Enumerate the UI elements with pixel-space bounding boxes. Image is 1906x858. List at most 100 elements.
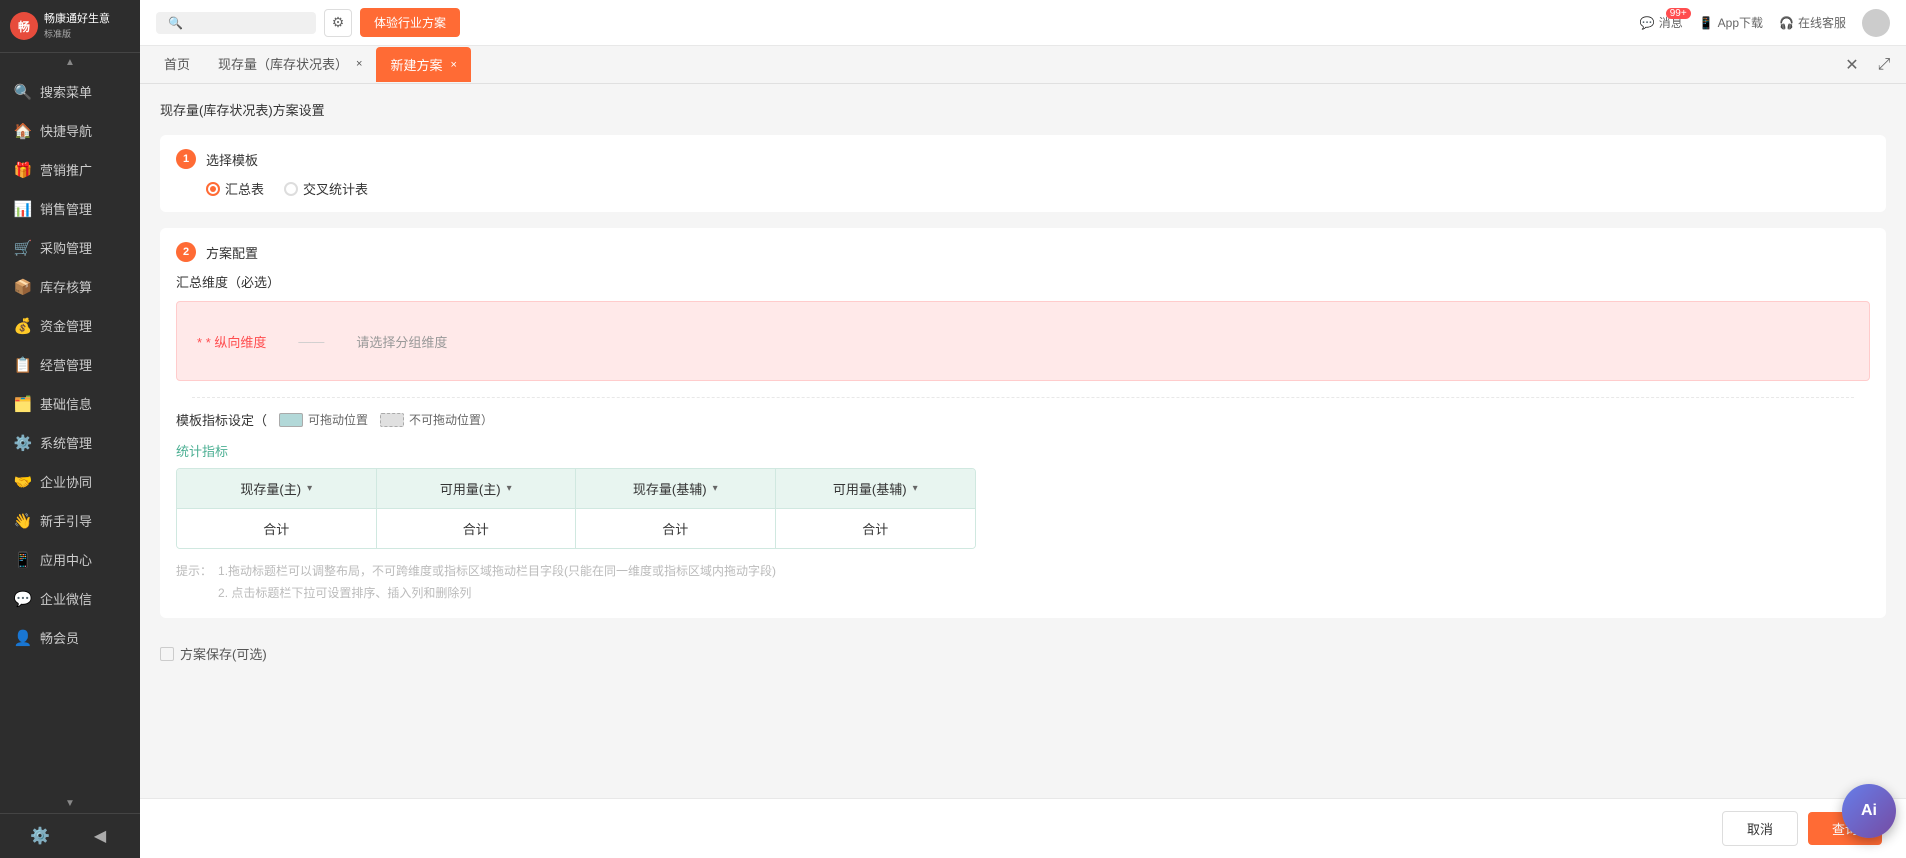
- legend-non-draggable-label: 不可拖动位置）: [409, 411, 493, 428]
- sidebar-item-marketing[interactable]: 🎁 营销推广: [0, 150, 140, 189]
- sidebar-item-purchase[interactable]: 🛒 采购管理: [0, 228, 140, 267]
- save-option[interactable]: 方案保存(可选): [160, 634, 1886, 673]
- tab-inventory-status[interactable]: 现存量（库存状况表） ×: [204, 46, 376, 83]
- industry-plan-button[interactable]: 体验行业方案: [360, 8, 460, 37]
- money-icon: 💰: [14, 317, 32, 335]
- topbar-gear-button[interactable]: ⚙: [324, 9, 352, 37]
- ai-bubble[interactable]: Ai: [1842, 784, 1896, 838]
- tab-new-plan-close-icon[interactable]: ×: [450, 59, 456, 71]
- option-cross[interactable]: 交叉统计表: [284, 179, 368, 198]
- messages-item[interactable]: 💬 消息 99+: [1640, 14, 1683, 31]
- chart-icon: 📊: [14, 200, 32, 218]
- divider: [192, 397, 1854, 398]
- sidebar-item-system[interactable]: ⚙️ 系统管理: [0, 423, 140, 462]
- tab-home[interactable]: 首页: [150, 46, 204, 83]
- chevron-3: ▾: [913, 483, 918, 494]
- col-header-1[interactable]: 可用量(主) ▾: [377, 469, 577, 508]
- col-label-1: 可用量(主): [440, 479, 501, 498]
- option-cross-label: 交叉统计表: [303, 179, 368, 198]
- panel-expand-button[interactable]: ⤢: [1872, 53, 1896, 77]
- stats-header: 现存量(主) ▾ 可用量(主) ▾ 现存量(基辅) ▾ 可用量(基辅): [177, 469, 975, 508]
- legend-draggable: 可拖动位置: [279, 411, 368, 428]
- page-title: 现存量(库存状况表)方案设置: [160, 100, 1886, 119]
- topbar-search[interactable]: 🔍: [156, 12, 316, 34]
- radio-cross[interactable]: [284, 182, 298, 196]
- online-service-label: 在线客服: [1798, 14, 1846, 31]
- collapse-sidebar-icon[interactable]: ◀: [88, 824, 112, 848]
- sidebar-scroll-up[interactable]: ▲: [0, 53, 140, 72]
- sidebar-item-label: 畅会员: [40, 628, 79, 647]
- sidebar-item-app-center[interactable]: 📱 应用中心: [0, 540, 140, 579]
- stats-label: 统计指标: [176, 441, 1870, 460]
- sidebar-item-sales[interactable]: 📊 销售管理: [0, 189, 140, 228]
- sidebar-item-search[interactable]: 🔍 搜索菜单: [0, 72, 140, 111]
- required-star: *: [197, 335, 202, 350]
- app-logo: 畅 畅康通好生意 标准版: [0, 0, 140, 53]
- tab-inventory-close-icon[interactable]: ×: [356, 58, 362, 70]
- legend-non-draggable: 不可拖动位置）: [380, 411, 493, 428]
- sidebar-item-label: 搜索菜单: [40, 82, 92, 101]
- folder-icon: 🗂️: [14, 395, 32, 413]
- sidebar-item-label: 系统管理: [40, 433, 92, 452]
- download-icon: 📱: [1699, 16, 1714, 30]
- sidebar-item-newbie[interactable]: 👋 新手引导: [0, 501, 140, 540]
- online-service-item[interactable]: 🎧 在线客服: [1779, 14, 1846, 31]
- sidebar-item-operations[interactable]: 📋 经营管理: [0, 345, 140, 384]
- tab-home-label: 首页: [164, 54, 190, 73]
- step2-badge: 2: [176, 242, 196, 262]
- action-bar: 取消 查询: [140, 798, 1906, 858]
- save-checkbox[interactable]: [160, 647, 174, 661]
- search-icon: 🔍: [14, 83, 32, 101]
- radio-summary[interactable]: [206, 182, 220, 196]
- main-area: 🔍 ⚙ 体验行业方案 💬 消息 99+ 📱 App下载 🎧 在线客服: [140, 0, 1906, 858]
- dimension-placeholder[interactable]: 请选择分组维度: [356, 332, 447, 351]
- step2-header: 2 方案配置: [160, 228, 1886, 272]
- sidebar-scroll-down[interactable]: ▼: [0, 794, 140, 813]
- sidebar: 畅 畅康通好生意 标准版 ▲ 🔍 搜索菜单 🏠 快捷导航 🎁 营销推广 📊 销售…: [0, 0, 140, 858]
- settings-footer-icon[interactable]: ⚙️: [28, 824, 52, 848]
- col-header-3[interactable]: 可用量(基辅) ▾: [776, 469, 976, 508]
- chevron-0: ▾: [307, 483, 312, 494]
- template-options: 汇总表 交叉统计表: [160, 179, 1886, 212]
- legend-draggable-label: 可拖动位置: [308, 411, 368, 428]
- stats-row-0: 合计 合计 合计 合计: [177, 508, 975, 548]
- message-icon: 💬: [1640, 16, 1655, 30]
- tips-section: 提示：1.拖动标题栏可以调整布局，不可跨维度或指标区域拖动栏目字段(只能在同一维…: [176, 561, 1870, 604]
- sidebar-item-label: 快捷导航: [40, 121, 92, 140]
- app-download-label: App下载: [1718, 14, 1763, 31]
- plan-config: 汇总维度（必选） * * 纵向维度 —— 请选择分组维度 模板指标设定（: [160, 272, 1886, 618]
- sidebar-item-quick-nav[interactable]: 🏠 快捷导航: [0, 111, 140, 150]
- headset-icon: 🎧: [1779, 16, 1794, 30]
- messages-badge: 99+: [1666, 8, 1691, 19]
- chevron-1: ▾: [507, 483, 512, 494]
- sidebar-item-inventory[interactable]: 📦 库存核算: [0, 267, 140, 306]
- step1-section: 1 选择模板 汇总表 交叉统计表: [160, 135, 1886, 212]
- cart-icon: 🛒: [14, 239, 32, 257]
- sidebar-item-finance[interactable]: 💰 资金管理: [0, 306, 140, 345]
- panel-close-button[interactable]: ✕: [1840, 53, 1864, 77]
- vertical-dimension-label: * * 纵向维度: [197, 332, 266, 351]
- dimension-title: 汇总维度（必选）: [176, 272, 1870, 291]
- tab-new-plan-label: 新建方案: [390, 55, 442, 74]
- app-version: 标准版: [44, 27, 110, 40]
- cancel-button[interactable]: 取消: [1722, 811, 1798, 846]
- sidebar-item-member[interactable]: 👤 畅会员: [0, 618, 140, 657]
- step1-label: 选择模板: [206, 150, 258, 169]
- col-label-3: 可用量(基辅): [833, 479, 907, 498]
- clipboard-icon: 📋: [14, 356, 32, 374]
- sidebar-item-cooperation[interactable]: 🤝 企业协同: [0, 462, 140, 501]
- topbar: 🔍 ⚙ 体验行业方案 💬 消息 99+ 📱 App下载 🎧 在线客服: [140, 0, 1906, 46]
- draggable-legend-box: [279, 413, 303, 427]
- gear-icon: ⚙️: [14, 434, 32, 452]
- option-summary-label: 汇总表: [225, 179, 264, 198]
- user-avatar[interactable]: [1862, 9, 1890, 37]
- app-download-item[interactable]: 📱 App下载: [1699, 14, 1763, 31]
- col-header-2[interactable]: 现存量(基辅) ▾: [576, 469, 776, 508]
- tab-new-plan[interactable]: 新建方案 ×: [376, 47, 470, 82]
- tab-inventory-label: 现存量（库存状况表）: [218, 54, 348, 73]
- col-header-0[interactable]: 现存量(主) ▾: [177, 469, 377, 508]
- option-summary[interactable]: 汇总表: [206, 179, 264, 198]
- step2-label: 方案配置: [206, 243, 258, 262]
- sidebar-item-basic-info[interactable]: 🗂️ 基础信息: [0, 384, 140, 423]
- sidebar-item-wechat[interactable]: 💬 企业微信: [0, 579, 140, 618]
